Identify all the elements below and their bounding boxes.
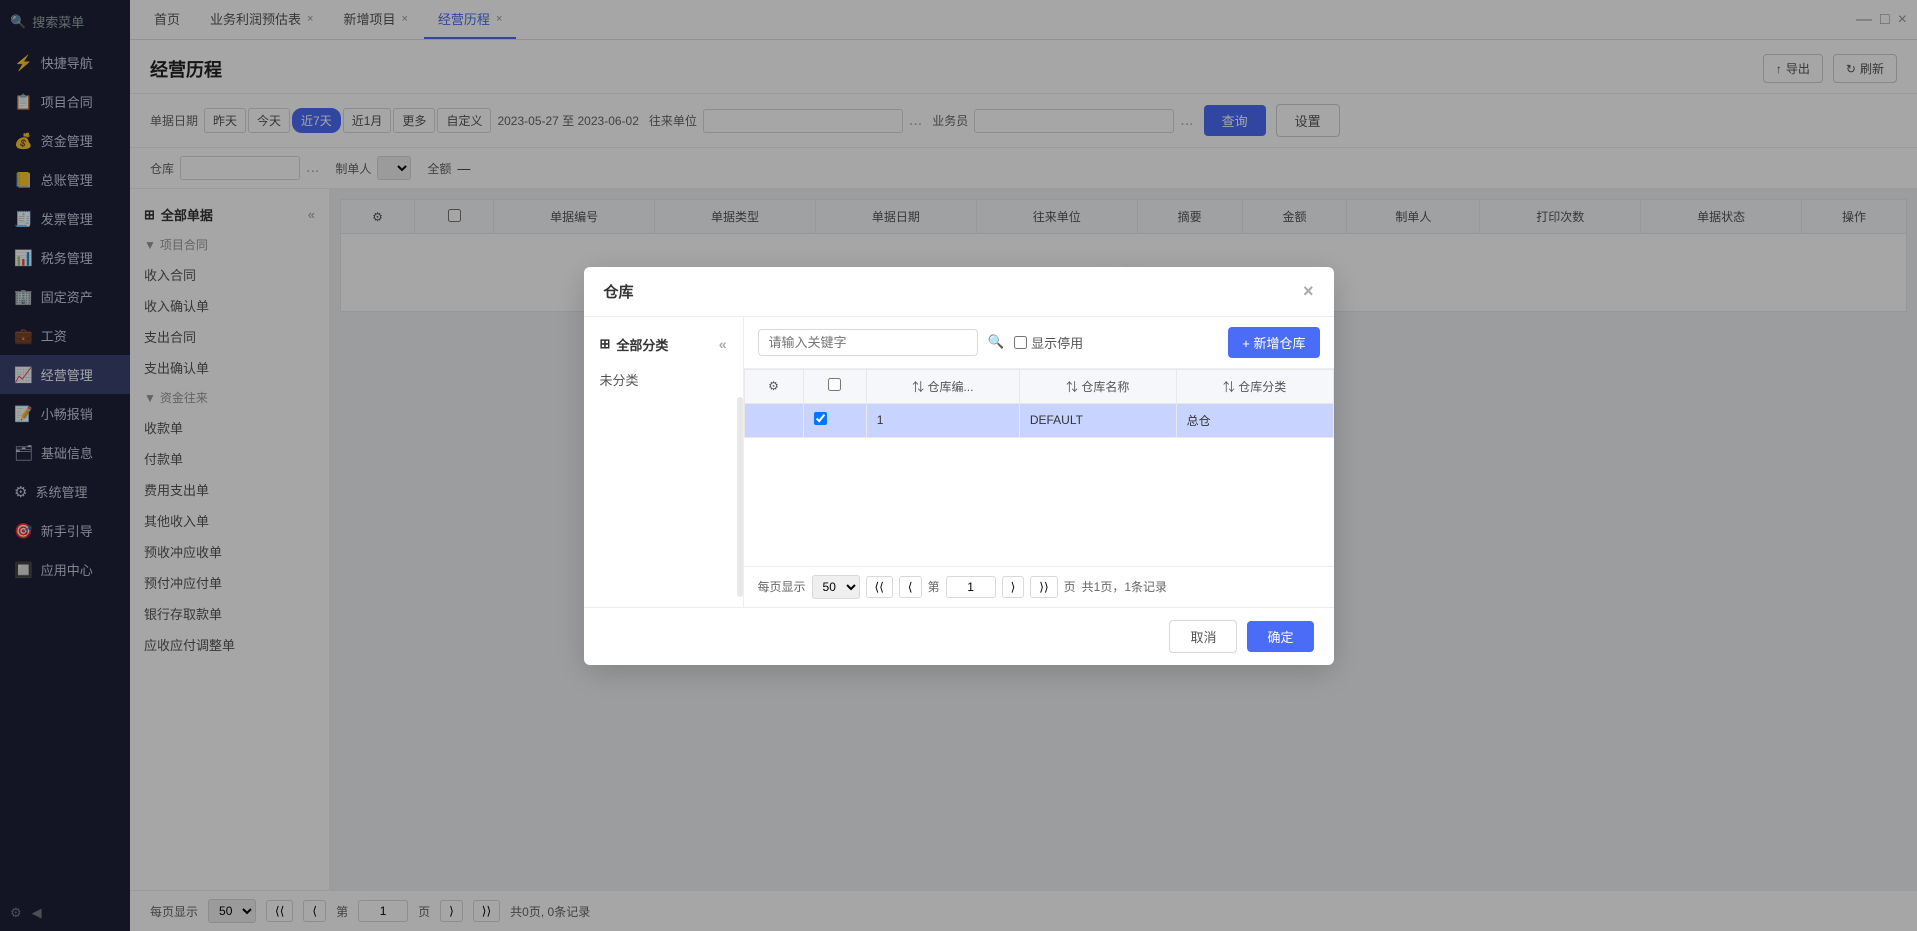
row-select-checkbox[interactable] (814, 412, 827, 425)
modal-sidebar-uncategorized-label: 未分类 (600, 370, 639, 389)
modal-col-name: ⇅ 仓库名称 (1019, 369, 1176, 403)
add-warehouse-button[interactable]: + 新增仓库 (1228, 327, 1319, 358)
modal-col-code: ⇅ 仓库编... (866, 369, 1019, 403)
modal-sidebar: ⊞ 全部分类 « 未分类 (584, 317, 744, 607)
modal-select-all[interactable] (828, 378, 841, 391)
modal-page-label: 第 (928, 578, 940, 595)
sort-icon-3: ⇅ (1223, 380, 1235, 394)
modal-prev-page-btn[interactable]: ⟨ (899, 576, 922, 598)
modal-sidebar-all[interactable]: ⊞ 全部分类 « (584, 327, 743, 362)
modal-close-button[interactable]: × (1303, 281, 1314, 302)
row-settings (744, 403, 803, 437)
row-id: 1 (866, 403, 1019, 437)
cancel-button[interactable]: 取消 (1169, 620, 1237, 653)
modal-col-category: ⇅ 仓库分类 (1176, 369, 1333, 403)
confirm-button[interactable]: 确定 (1247, 621, 1313, 652)
modal-per-page-select[interactable]: 50 (812, 575, 860, 599)
grid-icon-2: ⊞ (600, 336, 611, 352)
modal-sidebar-collapse[interactable]: « (719, 336, 727, 352)
modal-overlay: 仓库 × ⊞ 全部分类 « 未分类 (0, 0, 1917, 931)
modal-last-page-btn[interactable]: ⟩⟩ (1030, 576, 1057, 598)
modal-table-area: ⚙ ⇅ 仓库编... ⇅ 仓库名称 (744, 369, 1334, 566)
modal-search-button[interactable]: 🔍 (988, 334, 1005, 350)
sort-icon-2: ⇅ (1066, 380, 1078, 394)
modal-search-input[interactable] (758, 329, 978, 356)
modal-body: ⊞ 全部分类 « 未分类 🔍 显 (584, 317, 1334, 607)
show-disabled-checkbox[interactable] (1014, 336, 1027, 349)
modal-main: 🔍 显示停用 + 新增仓库 ⚙ (744, 317, 1334, 607)
modal-table: ⚙ ⇅ 仓库编... ⇅ 仓库名称 (744, 369, 1334, 438)
modal-table-row[interactable]: 1 DEFAULT 总仓 (744, 403, 1333, 437)
sort-icon: ⇅ (912, 380, 924, 394)
modal-total-text: 共1页，1条记录 (1082, 578, 1167, 595)
modal-page-unit: 页 (1064, 578, 1076, 595)
modal-next-page-btn[interactable]: ⟩ (1002, 576, 1025, 598)
modal-col-checkbox[interactable] (803, 369, 866, 403)
row-checkbox[interactable] (803, 403, 866, 437)
modal-sidebar-all-label: 全部分类 (616, 335, 668, 354)
modal-col-settings[interactable]: ⚙ (744, 369, 803, 403)
modal-title: 仓库 (604, 281, 634, 302)
modal-footer: 取消 确定 (584, 607, 1334, 665)
show-disabled-label[interactable]: 显示停用 (1014, 333, 1083, 352)
modal-page-input[interactable] (946, 576, 996, 598)
row-name: 总仓 (1176, 403, 1333, 437)
warehouse-modal: 仓库 × ⊞ 全部分类 « 未分类 (584, 267, 1334, 665)
modal-toolbar: 🔍 显示停用 + 新增仓库 (744, 317, 1334, 369)
modal-pagination: 每页显示 50 ⟨⟨ ⟨ 第 ⟩ ⟩⟩ 页 共1页，1条记录 (744, 566, 1334, 607)
modal-first-page-btn[interactable]: ⟨⟨ (866, 576, 893, 598)
modal-per-page-label: 每页显示 (758, 578, 806, 595)
modal-sidebar-uncategorized[interactable]: 未分类 (584, 362, 743, 397)
modal-header: 仓库 × (584, 267, 1334, 317)
row-code: DEFAULT (1019, 403, 1176, 437)
